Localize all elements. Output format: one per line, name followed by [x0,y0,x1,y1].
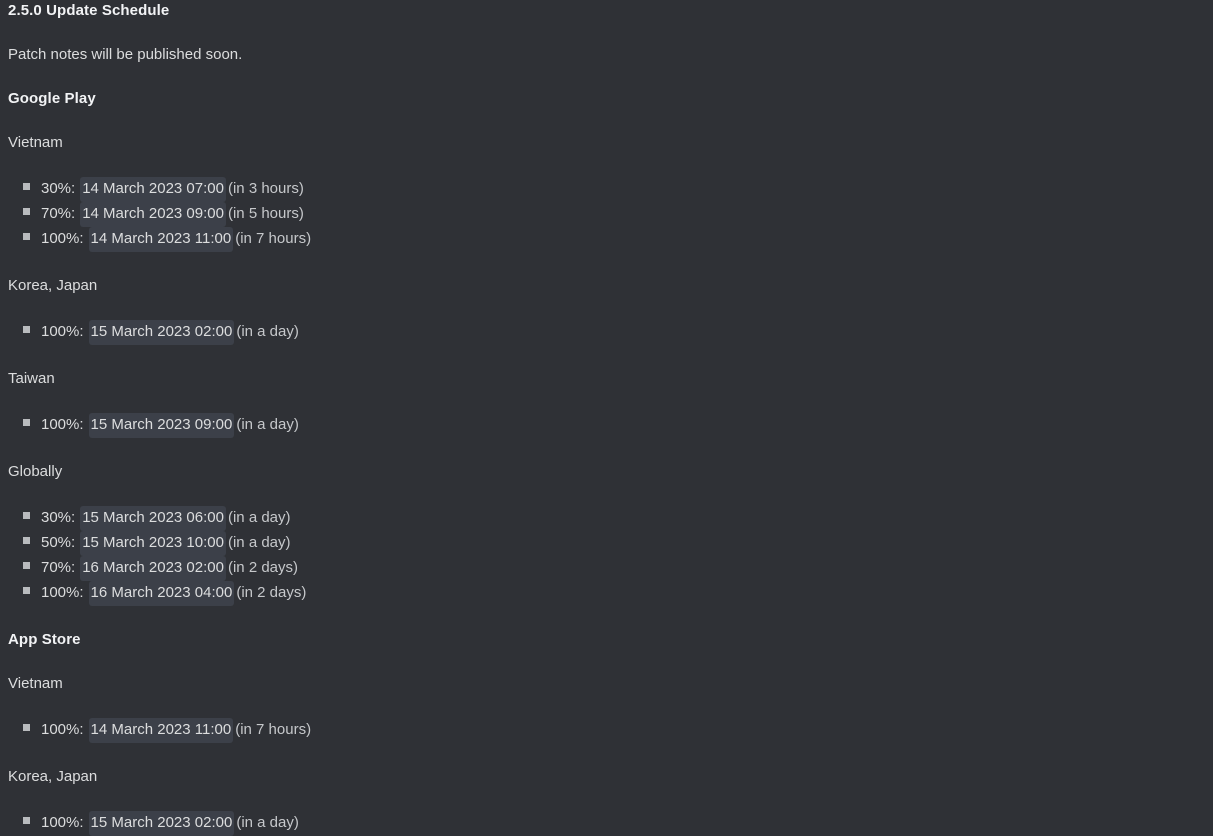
region-heading: Korea, Japan [8,768,98,785]
rollout-list: 30%: 14 March 2023 07:00 (in 3 hours) 70%: 1… [8,153,1205,252]
rollout-percentage: 100%: [41,230,84,247]
rollout-item: 70%: 14 March 2023 09:00 (in 5 hours) [8,202,1205,227]
rollout-list: 100%: 15 March 2023 02:00 (in a day) [8,787,1205,836]
rollout-list: 100%: 14 March 2023 11:00 (in 7 hours) [8,694,1205,743]
timestamp-chip[interactable]: 16 March 2023 02:00 [80,556,226,581]
timestamp-chip[interactable]: 14 March 2023 11:00 [88,718,234,743]
relative-time-label: (in 2 days) [227,559,299,576]
square-bullet-icon [23,233,30,240]
region-heading: Globally [8,463,63,480]
timestamp-chip[interactable]: 14 March 2023 09:00 [80,202,226,227]
square-bullet-icon [23,587,30,594]
square-bullet-icon [23,537,30,544]
timestamp-chip[interactable]: 15 March 2023 10:00 [80,531,226,556]
rollout-percentage: 30%: [41,509,76,526]
relative-time-label: (in a day) [236,416,299,433]
timestamp-chip[interactable]: 15 March 2023 06:00 [80,506,226,531]
rollout-percentage: 100%: [41,721,84,738]
rollout-item: 100%: 14 March 2023 11:00 (in 7 hours) [8,227,1205,252]
rollout-percentage: 100%: [41,416,84,433]
rollout-list: 30%: 15 March 2023 06:00 (in a day) 50%: 15 … [8,482,1205,606]
square-bullet-icon [23,419,30,426]
rollout-item: 100%: 16 March 2023 04:00 (in 2 days) [8,581,1205,606]
rollout-percentage: 100%: [41,584,84,601]
rollout-percentage: 100%: [41,814,84,831]
rollout-percentage: 50%: [41,534,76,551]
timestamp-chip[interactable]: 15 March 2023 02:00 [88,320,235,345]
rollout-item: 100%: 15 March 2023 02:00 (in a day) [8,811,1205,836]
rollout-percentage: 70%: [41,559,76,576]
timestamp-chip[interactable]: 14 March 2023 11:00 [88,227,234,252]
rollout-percentage: 30%: [41,180,76,197]
store-heading: App Store [8,631,81,648]
rollout-item: 30%: 14 March 2023 07:00 (in 3 hours) [8,177,1205,202]
store-heading: Google Play [8,90,96,107]
relative-time-label: (in 7 hours) [235,721,312,738]
square-bullet-icon [23,208,30,215]
rollout-item: 70%: 16 March 2023 02:00 (in 2 days) [8,556,1205,581]
relative-time-label: (in 7 hours) [235,230,312,247]
rollout-item: 100%: 15 March 2023 09:00 (in a day) [8,413,1205,438]
rollout-item: 50%: 15 March 2023 10:00 (in a day) [8,531,1205,556]
page-title: 2.5.0 Update Schedule [8,2,170,19]
rollout-percentage: 100%: [41,323,84,340]
region-heading: Vietnam [8,134,63,151]
square-bullet-icon [23,562,30,569]
timestamp-chip[interactable]: 15 March 2023 02:00 [88,811,235,836]
rollout-item: 100%: 14 March 2023 11:00 (in 7 hours) [8,718,1205,743]
region-heading: Korea, Japan [8,277,98,294]
relative-time-label: (in 5 hours) [227,205,304,222]
timestamp-chip[interactable]: 15 March 2023 09:00 [88,413,235,438]
square-bullet-icon [23,724,30,731]
relative-time-label: (in 2 days) [236,584,307,601]
relative-time-label: (in a day) [236,323,299,340]
rollout-list: 100%: 15 March 2023 02:00 (in a day) [8,296,1205,345]
square-bullet-icon [23,817,30,824]
relative-time-label: (in a day) [227,509,291,526]
rollout-percentage: 70%: [41,205,76,222]
update-schedule-message: 2.5.0 Update Schedule Patch notes will b… [0,0,1213,836]
intro-paragraph: Patch notes will be published soon. [8,46,243,63]
square-bullet-icon [23,326,30,333]
relative-time-label: (in a day) [236,814,299,831]
square-bullet-icon [23,183,30,190]
relative-time-label: (in 3 hours) [227,180,304,197]
rollout-item: 100%: 15 March 2023 02:00 (in a day) [8,320,1205,345]
region-heading: Taiwan [8,370,55,387]
relative-time-label: (in a day) [227,534,291,551]
region-heading: Vietnam [8,675,63,692]
square-bullet-icon [23,512,30,519]
rollout-list: 100%: 15 March 2023 09:00 (in a day) [8,389,1205,438]
rollout-item: 30%: 15 March 2023 06:00 (in a day) [8,506,1205,531]
store-sections: Google Play Vietnam 30%: 14 March 2023 07:0… [8,65,1205,836]
timestamp-chip[interactable]: 16 March 2023 04:00 [88,581,235,606]
timestamp-chip[interactable]: 14 March 2023 07:00 [80,177,226,202]
